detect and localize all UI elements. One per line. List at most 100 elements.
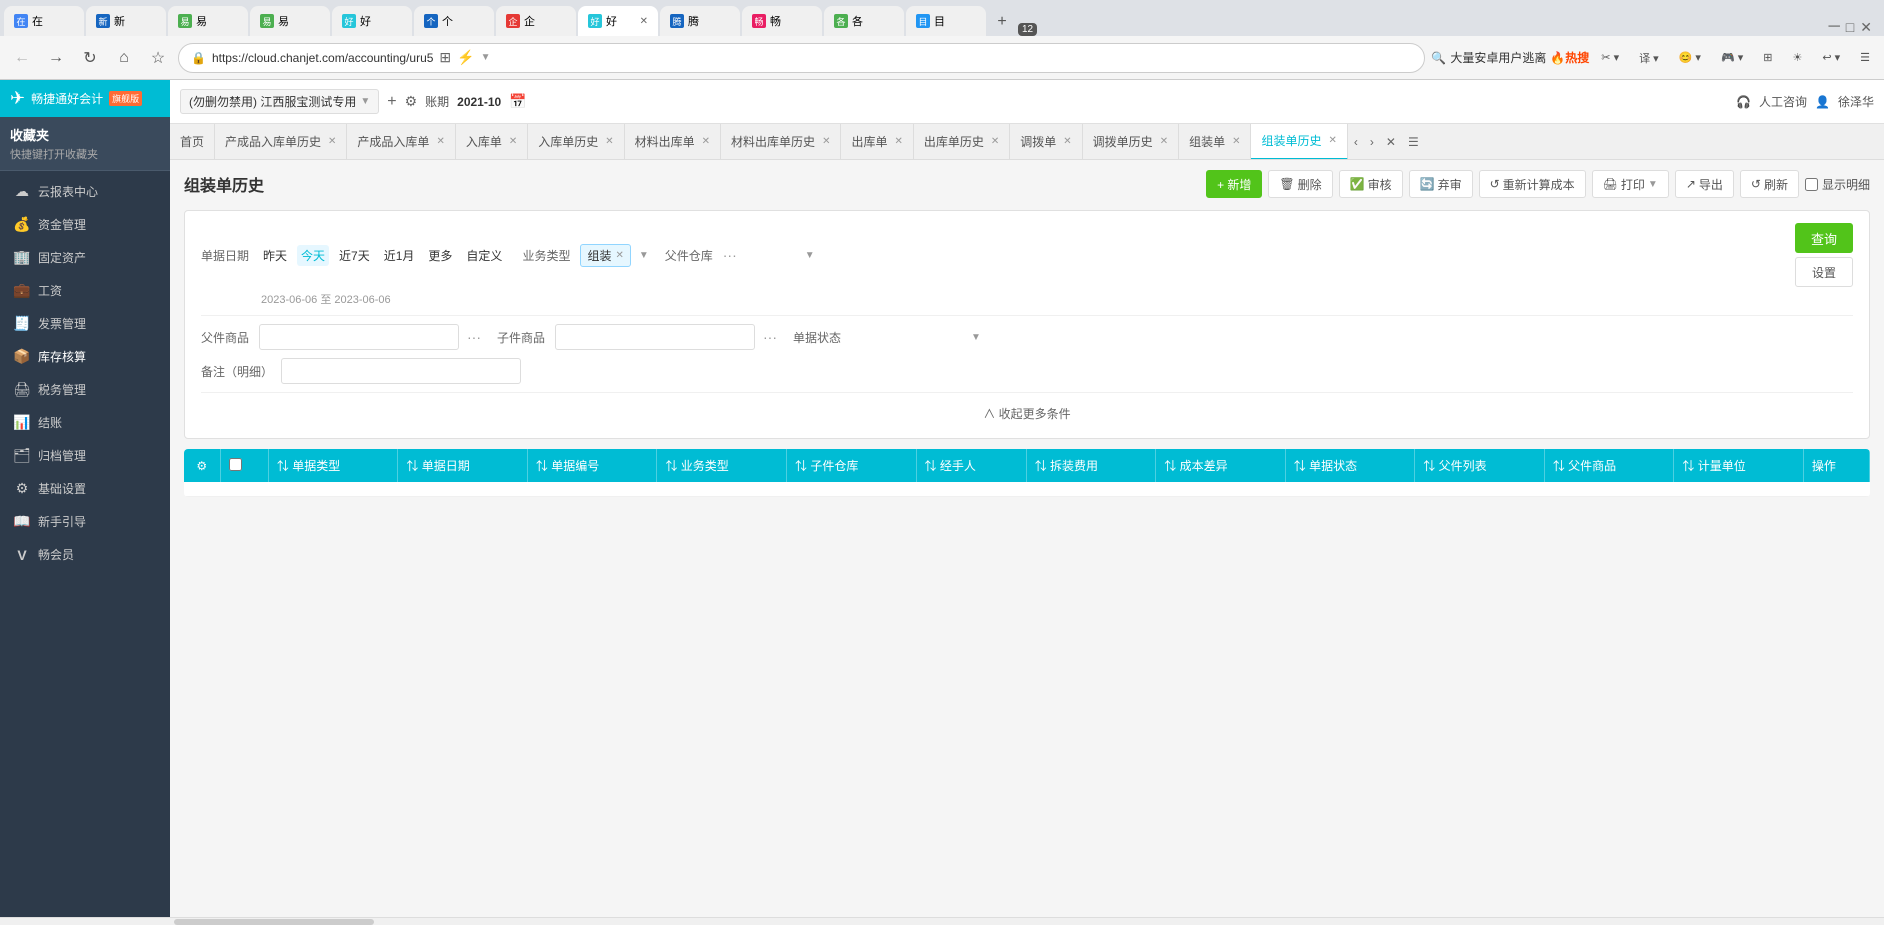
child-goods-input[interactable] [555, 324, 755, 350]
nav-tab-6-close[interactable]: ✕ [822, 136, 830, 147]
company-selector[interactable]: (勿删勿禁用) 江西服宝测试专用 ▼ [180, 89, 379, 114]
nav-tab-1[interactable]: 产成品入库单历史 ✕ [215, 124, 347, 160]
notes-input[interactable] [281, 358, 521, 384]
grid-btn[interactable]: ⊞ [1757, 49, 1778, 66]
browser-tab-0[interactable]: 在 在 [4, 6, 84, 36]
browser-tab-11[interactable]: 目 目 [906, 6, 986, 36]
calendar-icon[interactable]: 📅 [509, 93, 526, 110]
browser-tab-3[interactable]: 易 易 [250, 6, 330, 36]
nav-tab-2[interactable]: 产成品入库单 ✕ [347, 124, 455, 160]
sidebar-item-fund[interactable]: 💰 资金管理 [0, 208, 170, 241]
nav-tab-6[interactable]: 材料出库单历史 ✕ [721, 124, 841, 160]
select-all-checkbox[interactable] [229, 458, 242, 471]
maximize-button[interactable]: □ [1846, 19, 1854, 35]
browser-tab-2[interactable]: 易 易 [168, 6, 248, 36]
username[interactable]: 徐泽华 [1838, 93, 1874, 110]
nav-tab-11-close[interactable]: ✕ [1232, 136, 1240, 147]
sidebar-item-archive[interactable]: 🗂 归档管理 [0, 439, 170, 472]
th-handler[interactable]: ⇅ 经手人 [916, 449, 1026, 482]
business-type-remove-icon[interactable]: ✕ [615, 250, 623, 261]
shortcut-more[interactable]: 更多 [424, 245, 456, 266]
nav-tab-2-close[interactable]: ✕ [436, 136, 444, 147]
brightness-btn[interactable]: ☀ [1786, 49, 1808, 66]
menu-btn[interactable]: ☰ [1854, 49, 1876, 66]
nav-tab-10[interactable]: 调拨单历史 ✕ [1083, 124, 1179, 160]
shortcut-1month[interactable]: 近1月 [380, 245, 419, 266]
address-bar[interactable]: 🔒 https://cloud.chanjet.com/accounting/u… [178, 43, 1425, 73]
collapse-button[interactable]: ∧ 收起更多条件 [979, 401, 1074, 426]
th-date[interactable]: ⇅ 单据日期 [398, 449, 528, 482]
browser-tab-5[interactable]: 个 个 [414, 6, 494, 36]
undo-btn[interactable]: ↩ ▾ [1816, 49, 1846, 66]
sidebar-item-inventory[interactable]: 📦 库存核算 [0, 340, 170, 373]
browser-tab-1[interactable]: 新 新 [86, 6, 166, 36]
add-button[interactable]: + 新增 [1206, 170, 1262, 198]
show-detail-checkbox[interactable] [1805, 178, 1818, 191]
nav-tab-8[interactable]: 出库单历史 ✕ [914, 124, 1010, 160]
scissors-btn[interactable]: ✂ ▾ [1595, 49, 1625, 66]
horizontal-scrollbar[interactable] [0, 917, 1884, 925]
nav-tab-9[interactable]: 调拨单 ✕ [1010, 124, 1082, 160]
th-cost-diff[interactable]: ⇅ 成本差异 [1156, 449, 1286, 482]
th-parent-list[interactable]: ⇅ 父件列表 [1415, 449, 1545, 482]
abandon-button[interactable]: 🔄 弃审 [1409, 170, 1473, 198]
nav-tab-10-close[interactable]: ✕ [1160, 136, 1168, 147]
sidebar-item-member[interactable]: V 畅会员 [0, 538, 170, 571]
back-button[interactable]: ← [8, 44, 36, 72]
nav-tab-4-close[interactable]: ✕ [605, 136, 613, 147]
business-type-dropdown[interactable]: ▼ [639, 250, 649, 261]
recalculate-button[interactable]: ↺ 重新计算成本 [1479, 170, 1586, 198]
th-biz-type[interactable]: ⇅ 业务类型 [657, 449, 787, 482]
nav-tab-5[interactable]: 材料出库单 ✕ [625, 124, 721, 160]
emoji-btn[interactable]: 😊 ▾ [1673, 49, 1707, 66]
th-number[interactable]: ⇅ 单据编号 [527, 449, 657, 482]
th-checkbox[interactable] [220, 449, 268, 482]
nav-tab-7[interactable]: 出库单 ✕ [841, 124, 913, 160]
print-button[interactable]: 🖨 打印 ▼ [1592, 170, 1669, 198]
nav-tab-12-close[interactable]: ✕ [1329, 135, 1337, 146]
order-status-dropdown[interactable]: ▼ [971, 332, 981, 343]
settings-gear-icon[interactable]: ⚙ [405, 93, 418, 110]
shortcut-today[interactable]: 今天 [297, 245, 329, 266]
show-detail-toggle[interactable]: 显示明细 [1805, 176, 1870, 193]
th-assemble-cost[interactable]: ⇅ 拆装费用 [1026, 449, 1156, 482]
tab-close-all[interactable]: ✕ [1380, 124, 1402, 160]
scrollbar-thumb[interactable] [174, 919, 374, 925]
bookmark-button[interactable]: ☆ [144, 44, 172, 72]
browser-tab-9[interactable]: 畅 畅 [742, 6, 822, 36]
th-settings[interactable]: ⚙ [184, 449, 220, 482]
nav-tab-home[interactable]: 首页 [170, 124, 215, 160]
nav-tab-5-close[interactable]: ✕ [702, 136, 710, 147]
shortcut-custom[interactable]: 自定义 [462, 245, 506, 266]
browser-tab-7[interactable]: 好 好 ✕ [578, 6, 658, 36]
translate-btn[interactable]: 译 ▾ [1633, 48, 1665, 68]
home-button[interactable]: ⌂ [110, 44, 138, 72]
parent-goods-input[interactable] [259, 324, 459, 350]
consultant-label[interactable]: 人工咨询 [1759, 93, 1807, 110]
shortcut-yesterday[interactable]: 昨天 [259, 245, 291, 266]
shortcut-7days[interactable]: 近7天 [335, 245, 374, 266]
browser-tab-10[interactable]: 各 各 [824, 6, 904, 36]
th-child-warehouse[interactable]: ⇅ 子件仓库 [786, 449, 916, 482]
sidebar-item-cloud-report[interactable]: ☁ 云报表中心 [0, 175, 170, 208]
address-bar-dropdown[interactable]: ▼ [481, 52, 491, 63]
browser-tab-4[interactable]: 好 好 [332, 6, 412, 36]
add-company-btn[interactable]: + [387, 93, 396, 111]
close-button[interactable]: ✕ [1860, 19, 1872, 36]
new-tab-button[interactable]: + [988, 8, 1016, 36]
tab-nav-prev[interactable]: ‹ [1348, 124, 1364, 160]
th-unit[interactable]: ⇅ 计量单位 [1674, 449, 1804, 482]
refresh-button[interactable]: ↺ 刷新 [1740, 170, 1799, 198]
forward-button[interactable]: → [42, 44, 70, 72]
browser-tab-close-7[interactable]: ✕ [640, 16, 648, 27]
period-value[interactable]: 2021-10 [457, 95, 501, 109]
tab-nav-next[interactable]: › [1364, 124, 1380, 160]
nav-tab-4[interactable]: 入库单历史 ✕ [528, 124, 624, 160]
nav-tab-3-close[interactable]: ✕ [509, 136, 517, 147]
sidebar-item-tax[interactable]: 🖨 税务管理 [0, 373, 170, 406]
parent-warehouse-more[interactable]: ··· [723, 247, 737, 263]
reload-button[interactable]: ↻ [76, 44, 104, 72]
nav-tab-12[interactable]: 组装单历史 ✕ [1251, 124, 1347, 160]
th-parent-goods[interactable]: ⇅ 父件商品 [1544, 449, 1674, 482]
browser-tab-8[interactable]: 腾 腾 [660, 6, 740, 36]
